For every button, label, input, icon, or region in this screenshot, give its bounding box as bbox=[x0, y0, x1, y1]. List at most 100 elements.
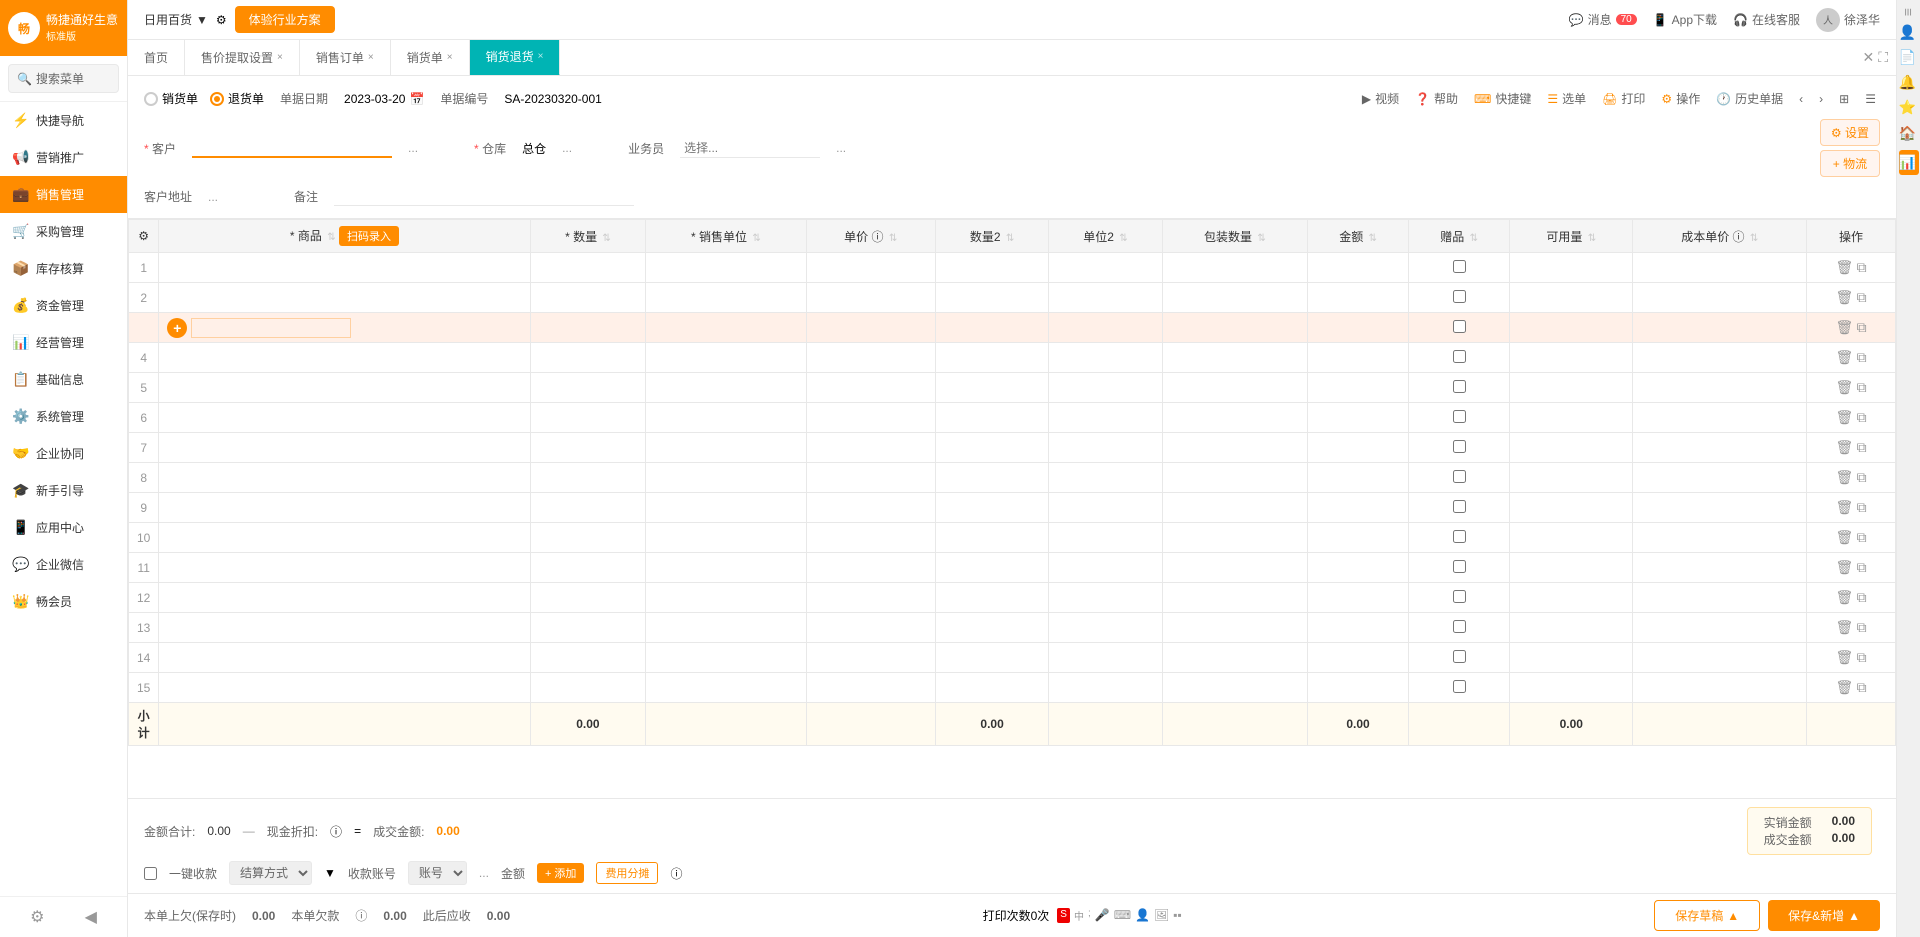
row-product-11[interactable] bbox=[159, 553, 530, 583]
row-qty-4[interactable] bbox=[530, 343, 646, 373]
row-product-13[interactable] bbox=[159, 613, 530, 643]
delete-row-icon[interactable]: 🗑 bbox=[1835, 499, 1853, 515]
row-price-3[interactable] bbox=[806, 313, 935, 343]
delete-row-icon[interactable]: 🗑 bbox=[1835, 439, 1853, 455]
row-qty-12[interactable] bbox=[530, 583, 646, 613]
row-cost-14[interactable] bbox=[1633, 643, 1807, 673]
copy-row-icon[interactable]: ⧉ bbox=[1857, 469, 1867, 485]
copy-row-icon[interactable]: ⧉ bbox=[1857, 289, 1867, 305]
row-qty2-3[interactable] bbox=[935, 313, 1048, 343]
video-btn[interactable]: ▶ 视频 bbox=[1358, 88, 1403, 109]
delete-row-icon[interactable]: 🗑 bbox=[1835, 469, 1853, 485]
row-amount-15[interactable] bbox=[1308, 673, 1409, 703]
row-packqty-12[interactable] bbox=[1162, 583, 1307, 613]
row-packqty-14[interactable] bbox=[1162, 643, 1307, 673]
row-qty2-14[interactable] bbox=[935, 643, 1048, 673]
gift-checkbox-1[interactable] bbox=[1453, 260, 1466, 273]
row-price-4[interactable] bbox=[806, 343, 935, 373]
row-cost-12[interactable] bbox=[1633, 583, 1807, 613]
row-unit2-7[interactable] bbox=[1049, 433, 1162, 463]
row-amount-12[interactable] bbox=[1308, 583, 1409, 613]
add-payment-button[interactable]: + 添加 bbox=[537, 863, 584, 883]
tab-sales-return[interactable]: 销货退货 × bbox=[470, 40, 561, 76]
row-qty2-8[interactable] bbox=[935, 463, 1048, 493]
row-product-1[interactable] bbox=[159, 253, 530, 283]
row-avail-3[interactable] bbox=[1510, 313, 1633, 343]
user-info[interactable]: 人 徐泽华 bbox=[1816, 8, 1880, 32]
bank-more-icon[interactable]: ... bbox=[479, 866, 489, 880]
row-cost-1[interactable] bbox=[1633, 253, 1807, 283]
row-avail-10[interactable] bbox=[1510, 523, 1633, 553]
sidebar-item-basic[interactable]: 📋 基础信息 bbox=[0, 361, 127, 398]
price-sort-icon[interactable]: ⇅ bbox=[889, 233, 897, 244]
copy-row-icon[interactable]: ⧉ bbox=[1857, 439, 1867, 455]
row-amount-3[interactable] bbox=[1308, 313, 1409, 343]
row-product-15[interactable] bbox=[159, 673, 530, 703]
list-view-btn[interactable]: ☰ bbox=[1861, 90, 1880, 108]
sidebar-item-operation[interactable]: 📊 经营管理 bbox=[0, 324, 127, 361]
operate-btn[interactable]: ⚙ 操作 bbox=[1657, 88, 1704, 109]
sidebar-item-sales[interactable]: 💼 销售管理 bbox=[0, 176, 127, 213]
customer-more-icon[interactable]: ... bbox=[408, 141, 418, 155]
row-price-13[interactable] bbox=[806, 613, 935, 643]
row-qty2-6[interactable] bbox=[935, 403, 1048, 433]
row-packqty-4[interactable] bbox=[1162, 343, 1307, 373]
copy-row-icon[interactable]: ⧉ bbox=[1857, 499, 1867, 515]
row-gift-11[interactable] bbox=[1409, 553, 1510, 583]
row-price-9[interactable] bbox=[806, 493, 935, 523]
gift-checkbox-7[interactable] bbox=[1453, 440, 1466, 453]
row-unit-4[interactable] bbox=[646, 343, 806, 373]
message-button[interactable]: 💬 消息 70 bbox=[1569, 11, 1637, 28]
row-price-14[interactable] bbox=[806, 643, 935, 673]
gift-checkbox-15[interactable] bbox=[1453, 680, 1466, 693]
sidebar-item-purchase[interactable]: 🛒 采购管理 bbox=[0, 213, 127, 250]
qty2-sort-icon[interactable]: ⇅ bbox=[1006, 233, 1014, 244]
sidebar-item-inventory[interactable]: 📦 库存核算 bbox=[0, 250, 127, 287]
address-more-icon[interactable]: ... bbox=[208, 190, 218, 204]
online-service-button[interactable]: 🎧 在线客服 bbox=[1733, 11, 1800, 28]
row-cost-9[interactable] bbox=[1633, 493, 1807, 523]
row-avail-1[interactable] bbox=[1510, 253, 1633, 283]
experience-plan-button[interactable]: 体验行业方案 bbox=[235, 6, 335, 33]
row-packqty-5[interactable] bbox=[1162, 373, 1307, 403]
row-avail-7[interactable] bbox=[1510, 433, 1633, 463]
row-unit2-5[interactable] bbox=[1049, 373, 1162, 403]
gift-checkbox-4[interactable] bbox=[1453, 350, 1466, 363]
row-gift-7[interactable] bbox=[1409, 433, 1510, 463]
unit-sort-icon[interactable]: ⇅ bbox=[752, 233, 760, 244]
row-unit2-2[interactable] bbox=[1049, 283, 1162, 313]
sidebar-item-enterprise[interactable]: 🤝 企业协同 bbox=[0, 435, 127, 472]
row-unit-3[interactable] bbox=[646, 313, 806, 343]
tab-sales-order[interactable]: 销售订单 × bbox=[300, 40, 391, 76]
gear-settings-icon[interactable]: ⚙ bbox=[216, 13, 227, 27]
gift-checkbox-2[interactable] bbox=[1453, 290, 1466, 303]
gift-checkbox-11[interactable] bbox=[1453, 560, 1466, 573]
delete-row-icon[interactable]: 🗑 bbox=[1835, 319, 1853, 335]
row-gift-6[interactable] bbox=[1409, 403, 1510, 433]
row-unit-2[interactable] bbox=[646, 283, 806, 313]
row-amount-4[interactable] bbox=[1308, 343, 1409, 373]
radio-return[interactable]: 退货单 bbox=[210, 90, 264, 107]
row-price-7[interactable] bbox=[806, 433, 935, 463]
row-avail-11[interactable] bbox=[1510, 553, 1633, 583]
row-product-3[interactable]: + bbox=[159, 313, 530, 343]
row-qty2-11[interactable] bbox=[935, 553, 1048, 583]
scan-input-button[interactable]: 扫码录入 bbox=[339, 226, 399, 246]
row-qty-15[interactable] bbox=[530, 673, 646, 703]
row-unit2-9[interactable] bbox=[1049, 493, 1162, 523]
row-avail-14[interactable] bbox=[1510, 643, 1633, 673]
row-cost-3[interactable] bbox=[1633, 313, 1807, 343]
row-avail-9[interactable] bbox=[1510, 493, 1633, 523]
row-qty-2[interactable] bbox=[530, 283, 646, 313]
row-qty-13[interactable] bbox=[530, 613, 646, 643]
row-unit-12[interactable] bbox=[646, 583, 806, 613]
row-product-12[interactable] bbox=[159, 583, 530, 613]
expand-tab-icon[interactable]: ⛶ bbox=[1878, 49, 1888, 66]
row-packqty-9[interactable] bbox=[1162, 493, 1307, 523]
row-qty-5[interactable] bbox=[530, 373, 646, 403]
row-packqty-3[interactable] bbox=[1162, 313, 1307, 343]
search-menu-button[interactable]: 🔍 搜索菜单 bbox=[8, 64, 119, 93]
row-gift-5[interactable] bbox=[1409, 373, 1510, 403]
row-unit-14[interactable] bbox=[646, 643, 806, 673]
one-click-payment-checkbox[interactable] bbox=[144, 867, 157, 880]
